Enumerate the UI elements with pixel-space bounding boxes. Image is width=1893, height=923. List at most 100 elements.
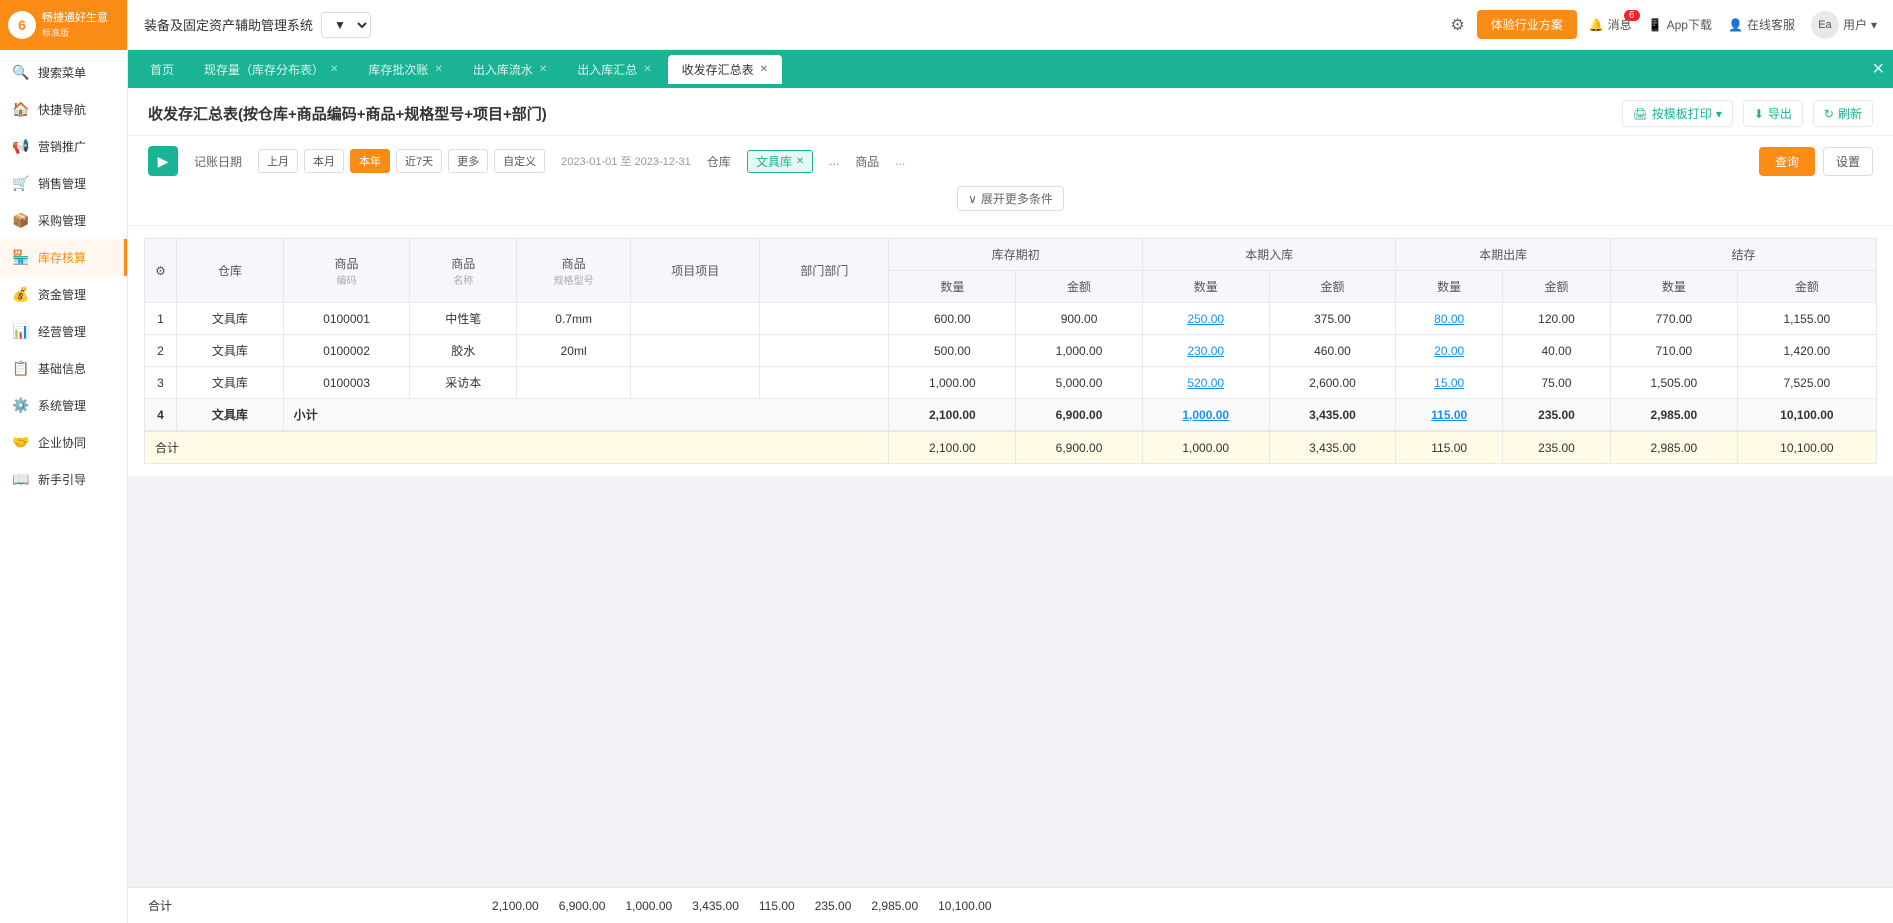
sidebar-item-guide[interactable]: 📖 新手引导 [0,461,127,498]
filter-settings-button[interactable]: 设置 [1823,147,1873,176]
home-icon: 🏠 [12,101,30,118]
tab-home-label: 首页 [150,61,174,78]
app-download-item[interactable]: 📱 App下载 [1648,16,1712,33]
col-balance-qty-header: 数量 [1611,271,1738,303]
sidebar-item-label: 经营管理 [38,323,86,340]
query-actions: 查询 设置 [1759,147,1873,176]
export-icon: ⬇ [1754,107,1764,121]
system-select[interactable]: ▼ [321,12,371,38]
row-warehouse: 文具库 [177,367,284,399]
col-out-qty-header: 数量 [1396,271,1503,303]
sidebar-item-inventory[interactable]: 🏪 库存核算 [0,239,127,276]
subtotal-out-qty[interactable]: 115.00 [1396,399,1503,432]
tab-label: 现存量（库存分布表） [204,61,324,78]
date-btn-custom[interactable]: 自定义 [494,149,545,173]
sidebar-item-purchase[interactable]: 📦 采购管理 [0,202,127,239]
row-in-qty[interactable]: 250.00 [1142,303,1269,335]
footer-total-in-qty: 1,000.00 [625,899,672,913]
row-out-amt: 120.00 [1503,303,1611,335]
tabs-bar: 首页 现存量（库存分布表） ✕ 库存批次账 ✕ 出入库流水 ✕ 出入库汇总 ✕ … [128,50,1893,88]
col-goods-code-header: 商品编码 [283,239,410,303]
col-dept-header: 部门部门 [760,239,889,303]
date-btn-more[interactable]: 更多 [448,149,488,173]
sidebar-item-finance[interactable]: 💰 资金管理 [0,276,127,313]
row-dept [760,335,889,367]
online-service-item[interactable]: 👤 在线客服 [1728,16,1795,33]
sidebar-item-basic[interactable]: 📋 基础信息 [0,350,127,387]
message-item[interactable]: 🔔 消息 6 [1589,16,1632,33]
tab-inventory-dist[interactable]: 现存量（库存分布表） ✕ [190,55,352,84]
sidebar-item-system[interactable]: ⚙️ 系统管理 [0,387,127,424]
tab-inout-summary[interactable]: 出入库汇总 ✕ [563,55,665,84]
tab-close-icon[interactable]: ✕ [760,64,768,75]
tab-home[interactable]: 首页 [136,55,188,84]
sidebar-item-label: 系统管理 [38,397,86,414]
sidebar-item-quicknav[interactable]: 🏠 快捷导航 [0,91,127,128]
footer-total-label: 合计 [148,897,172,914]
settings-icon[interactable]: ⚙ [1450,15,1464,35]
user-item[interactable]: Ea 用户 ▾ [1811,11,1877,39]
sidebar-item-sales[interactable]: 🛒 销售管理 [0,165,127,202]
sidebar-item-marketing[interactable]: 📢 营销推广 [0,128,127,165]
row-goods-code: 0100002 [283,335,410,367]
tab-close-icon[interactable]: ✕ [434,64,442,75]
date-btn-this-year[interactable]: 本年 [350,149,390,173]
row-in-qty[interactable]: 520.00 [1142,367,1269,399]
phone-icon: 📱 [1648,18,1663,32]
warehouse-more-btn[interactable]: ... [829,154,839,168]
row-out-amt: 40.00 [1503,335,1611,367]
sidebar-item-label: 基础信息 [38,360,86,377]
system-name-label: 装备及固定资产辅助管理系统 [144,15,313,34]
tab-label: 出入库汇总 [577,61,637,78]
row-out-qty[interactable]: 20.00 [1396,335,1503,367]
query-button[interactable]: 查询 [1759,147,1815,176]
print-template-button[interactable]: 🖨 按模板打印 ▾ [1622,100,1733,127]
row-opening-qty: 600.00 [889,303,1016,335]
row-in-qty[interactable]: 230.00 [1142,335,1269,367]
table-footer-row: 合计 2,100.00 6,900.00 1,000.00 3,435.00 1… [145,431,1877,464]
service-icon: 👤 [1728,18,1743,32]
tab-close-icon[interactable]: ✕ [539,64,547,75]
tab-batch-ledger[interactable]: 库存批次账 ✕ [354,55,456,84]
sidebar-logo: 6 畅捷通好生意 标准版 [0,0,127,50]
row-out-amt: 75.00 [1503,367,1611,399]
tab-receive-summary[interactable]: 收发存汇总表 ✕ [668,55,782,84]
expand-conditions-button[interactable]: ∨ 展开更多条件 [957,186,1064,211]
sidebar-item-label: 快捷导航 [38,101,86,118]
sidebar: 6 畅捷通好生意 标准版 🔍 搜索菜单 🏠 快捷导航 📢 营销推广 🛒 销售管理… [0,0,128,923]
col-in-amt-header: 金额 [1269,271,1396,303]
warehouse-tag-close-icon[interactable]: ✕ [796,156,804,167]
goods-more-btn[interactable]: ... [895,154,905,168]
export-button[interactable]: ⬇ 导出 [1743,100,1803,127]
sidebar-item-operation[interactable]: 📊 经营管理 [0,313,127,350]
row-out-qty[interactable]: 80.00 [1396,303,1503,335]
row-dept [760,303,889,335]
subtotal-in-qty[interactable]: 1,000.00 [1142,399,1269,432]
row-opening-amt: 900.00 [1016,303,1143,335]
row-project [631,367,760,399]
row-out-qty[interactable]: 15.00 [1396,367,1503,399]
subtotal-warehouse: 文具库 [177,399,284,432]
filter-collapse-button[interactable]: ▶ [148,146,178,176]
sidebar-item-search[interactable]: 🔍 搜索菜单 [0,54,127,91]
footer-total-opening-qty: 2,100.00 [492,899,539,913]
date-btn-this-month[interactable]: 本月 [304,149,344,173]
trial-button[interactable]: 体验行业方案 [1477,10,1577,39]
refresh-icon: ↻ [1824,107,1834,121]
footer-total-out-amt: 235.00 [815,899,852,913]
date-btn-last-month[interactable]: 上月 [258,149,298,173]
tab-close-icon[interactable]: ✕ [643,64,651,75]
logo-sub: 标准版 [42,26,108,39]
logo-icon: 6 [8,11,36,39]
row-project [631,335,760,367]
refresh-button[interactable]: ↻ 刷新 [1813,100,1873,127]
sidebar-item-enterprise[interactable]: 🤝 企业协同 [0,424,127,461]
col-settings-header[interactable]: ⚙ [145,239,177,303]
tab-inout-flow[interactable]: 出入库流水 ✕ [459,55,561,84]
date-btn-7days[interactable]: 近7天 [396,149,442,173]
tab-close-icon[interactable]: ✕ [330,64,338,75]
row-dept [760,367,889,399]
row-num: 1 [145,303,177,335]
box-icon: 📦 [12,212,30,229]
tabs-close-all-icon[interactable]: ✕ [1872,59,1885,79]
